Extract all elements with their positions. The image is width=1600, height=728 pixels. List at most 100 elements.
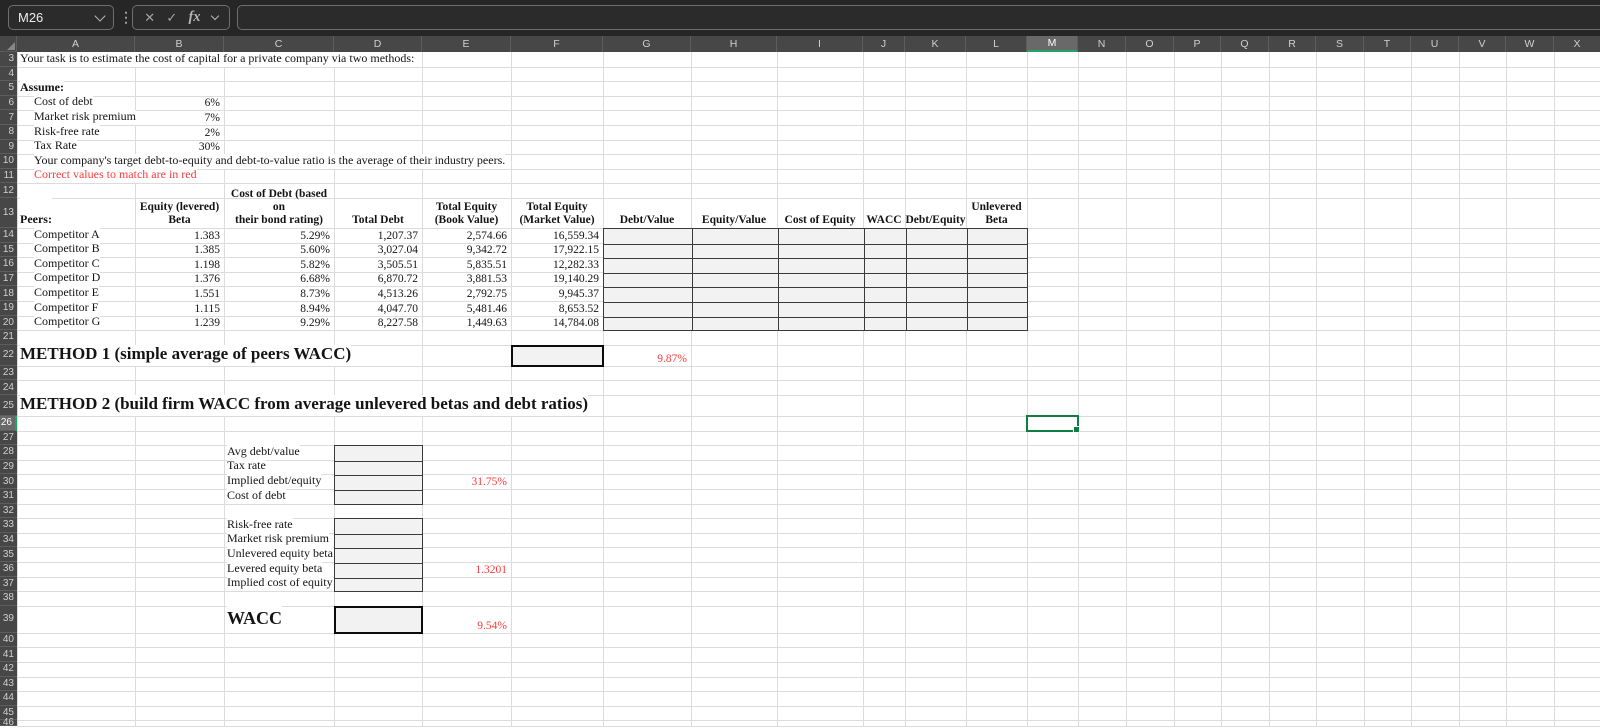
cell-C16[interactable]: 5.82% — [224, 257, 330, 272]
empty-input-cells-F22[interactable] — [511, 344, 604, 367]
cell-C20[interactable]: 9.29% — [224, 316, 330, 331]
cell-L13[interactable]: Unlevered Beta — [966, 198, 1027, 228]
column-header-V[interactable]: V — [1459, 36, 1506, 52]
fill-handle[interactable] — [1073, 425, 1080, 433]
column-header-L[interactable]: L — [966, 36, 1027, 52]
cell-B13[interactable]: Equity (levered) Beta — [135, 198, 224, 228]
cell-A3[interactable]: Your task is to estimate the cost of cap… — [20, 51, 415, 67]
row-header-44[interactable]: 44 — [0, 691, 17, 706]
row-header-3[interactable]: 3 — [0, 52, 17, 67]
cell-D15[interactable]: 3,027.04 — [334, 243, 418, 258]
cell-F13[interactable]: Total Equity (Market Value) — [511, 198, 603, 228]
cell-E17[interactable]: 3,881.53 — [422, 272, 507, 287]
row-header-43[interactable]: 43 — [0, 676, 17, 692]
column-header-C[interactable]: C — [224, 36, 334, 52]
column-header-U[interactable]: U — [1411, 36, 1459, 52]
row-header-26[interactable]: 26 — [0, 416, 17, 431]
row-header-25[interactable]: 25 — [0, 395, 17, 416]
more-options-icon[interactable]: ⋮ — [119, 5, 133, 30]
cell-B15[interactable]: 1.385 — [135, 243, 220, 258]
column-header-J[interactable]: J — [863, 36, 905, 52]
cancel-icon[interactable]: ✕ — [144, 11, 155, 24]
formula-bar-input[interactable] — [237, 5, 1600, 30]
cell-E36[interactable]: 1.3201 — [422, 562, 507, 577]
row-header-36[interactable]: 36 — [0, 562, 17, 577]
empty-input-cells-D39[interactable] — [334, 605, 423, 634]
cell-C18[interactable]: 8.73% — [224, 286, 330, 301]
row-header-29[interactable]: 29 — [0, 459, 17, 475]
cell-B19[interactable]: 1.115 — [135, 301, 220, 316]
selected-cell-M26[interactable] — [1026, 415, 1080, 433]
cell-F19[interactable]: 8,653.52 — [511, 301, 599, 316]
cell-F14[interactable]: 16,559.34 — [511, 228, 599, 243]
row-header-28[interactable]: 28 — [0, 445, 17, 460]
column-header-K[interactable]: K — [905, 36, 966, 52]
row-header-30[interactable]: 30 — [0, 474, 17, 489]
column-header-D[interactable]: D — [334, 36, 422, 52]
cell-D14[interactable]: 1,207.37 — [334, 228, 418, 243]
row-header-14[interactable]: 14 — [0, 228, 17, 243]
row-header-21[interactable]: 21 — [0, 330, 17, 345]
cell-F15[interactable]: 17,922.15 — [511, 243, 599, 258]
cell-E39[interactable]: 9.54% — [422, 606, 507, 633]
cell-B16[interactable]: 1.198 — [135, 257, 220, 272]
chevron-down-icon[interactable] — [210, 11, 220, 20]
row-header-41[interactable]: 41 — [0, 647, 17, 662]
cell-G13[interactable]: Debt/Value — [603, 198, 691, 228]
row-header-9[interactable]: 9 — [0, 139, 17, 155]
row-header-8[interactable]: 8 — [0, 125, 17, 140]
cell-F17[interactable]: 19,140.29 — [511, 272, 599, 287]
column-header-W[interactable]: W — [1506, 36, 1554, 52]
row-header-39[interactable]: 39 — [0, 605, 17, 633]
row-header-38[interactable]: 38 — [0, 591, 17, 606]
row-header-42[interactable]: 42 — [0, 662, 17, 677]
column-header-E[interactable]: E — [422, 36, 511, 52]
row-header-20[interactable]: 20 — [0, 315, 17, 331]
column-header-Q[interactable]: Q — [1221, 36, 1269, 52]
cell-B18[interactable]: 1.551 — [135, 286, 220, 301]
name-box[interactable]: M26 — [8, 5, 114, 30]
row-header-15[interactable]: 15 — [0, 242, 17, 258]
column-header-S[interactable]: S — [1316, 36, 1364, 52]
cell-C37[interactable]: Implied cost of equity — [227, 575, 333, 592]
cell-A25[interactable]: METHOD 2 (build firm WACC from average u… — [20, 394, 589, 416]
cell-E14[interactable]: 2,574.66 — [422, 228, 507, 243]
cell-D20[interactable]: 8,227.58 — [334, 316, 418, 331]
cell-A20[interactable]: Competitor G — [34, 314, 101, 331]
empty-input-cells-D28[interactable] — [334, 445, 423, 505]
row-header-5[interactable]: 5 — [0, 81, 17, 96]
cell-C31[interactable]: Cost of debt — [227, 488, 286, 504]
column-header-F[interactable]: F — [511, 36, 603, 52]
cell-B7[interactable]: 7% — [135, 110, 220, 125]
column-header-B[interactable]: B — [135, 36, 224, 52]
chevron-down-icon[interactable] — [94, 9, 106, 22]
row-header-35[interactable]: 35 — [0, 547, 17, 562]
empty-input-cells-D33[interactable] — [334, 518, 423, 593]
cell-E15[interactable]: 9,342.72 — [422, 243, 507, 258]
cell-B20[interactable]: 1.239 — [135, 316, 220, 331]
cell-D16[interactable]: 3,505.51 — [334, 257, 418, 272]
cell-I13[interactable]: Cost of Equity — [777, 198, 863, 228]
cell-E13[interactable]: Total Equity (Book Value) — [422, 198, 511, 228]
cell-C15[interactable]: 5.60% — [224, 243, 330, 258]
row-header-33[interactable]: 33 — [0, 518, 17, 533]
row-header-13[interactable]: 13 — [0, 198, 17, 228]
empty-input-cells-G14[interactable] — [603, 228, 1028, 332]
row-header-6[interactable]: 6 — [0, 95, 17, 111]
cell-D17[interactable]: 6,870.72 — [334, 272, 418, 287]
row-header-11[interactable]: 11 — [0, 168, 17, 184]
cell-A22[interactable]: METHOD 1 (simple average of peers WACC) — [20, 344, 352, 366]
cell-E19[interactable]: 5,481.46 — [422, 301, 507, 316]
cell-C13[interactable]: Cost of Debt (based on their bond rating… — [224, 188, 334, 228]
row-header-31[interactable]: 31 — [0, 489, 17, 504]
row-header-22[interactable]: 22 — [0, 344, 17, 366]
cell-B14[interactable]: 1.383 — [135, 228, 220, 243]
select-all-corner[interactable] — [0, 36, 17, 52]
cell-C14[interactable]: 5.29% — [224, 228, 330, 243]
column-header-A[interactable]: A — [17, 36, 135, 52]
cell-B17[interactable]: 1.376 — [135, 272, 220, 287]
cell-G22[interactable]: 9.87% — [603, 345, 687, 366]
row-header-23[interactable]: 23 — [0, 365, 17, 381]
cell-A11[interactable]: Correct values to match are in red — [34, 167, 197, 184]
row-header-46[interactable]: 46 — [0, 717, 17, 728]
